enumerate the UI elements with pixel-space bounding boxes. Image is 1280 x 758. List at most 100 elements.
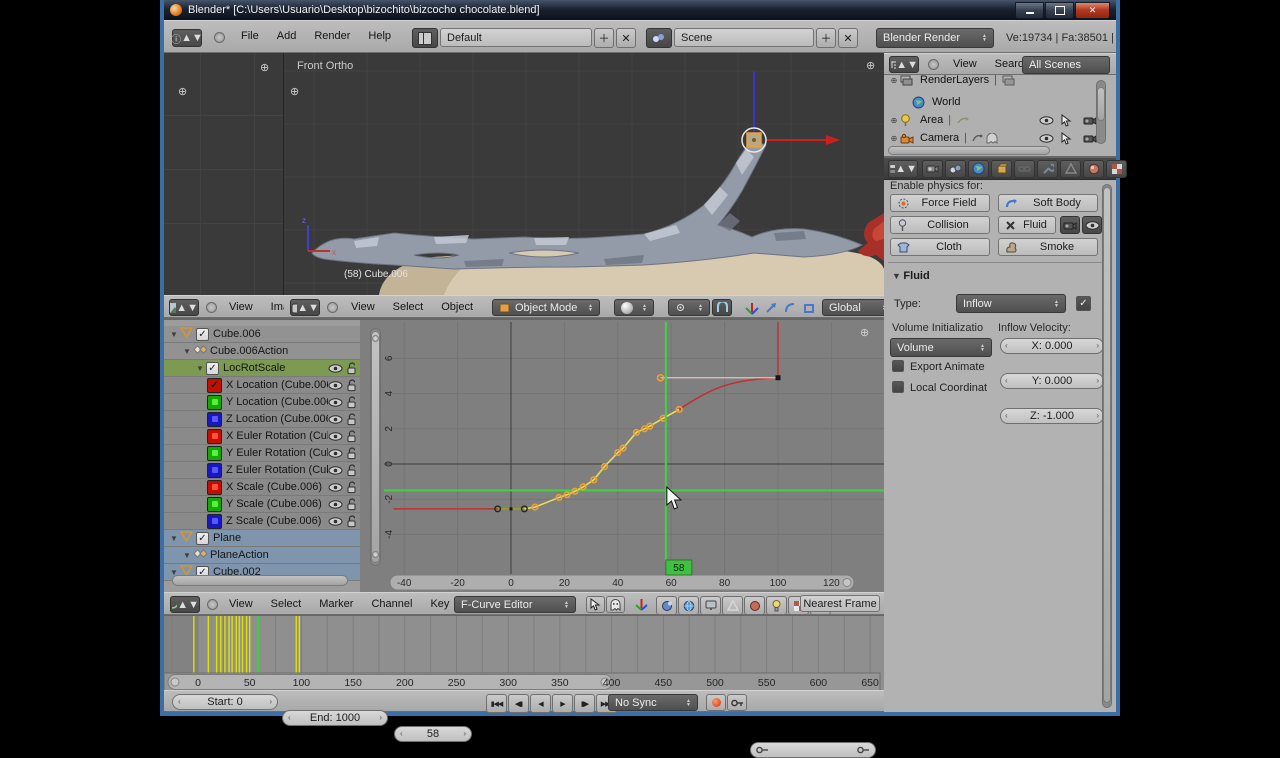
editor-type-button[interactable]: ⓘ ▲▼ bbox=[171, 29, 203, 47]
expand-icon[interactable]: ▼ bbox=[194, 364, 206, 373]
menu-help[interactable]: Help bbox=[359, 30, 400, 42]
outliner-item-area[interactable]: ⊕ Area | bbox=[884, 111, 1116, 129]
expand-panel-icon[interactable]: ⊕ bbox=[260, 61, 269, 74]
channel-row-x-euler-rotation-cube-006-[interactable]: X Euler Rotation (Cube.006) bbox=[164, 428, 360, 445]
properties-tab-object[interactable] bbox=[991, 159, 1012, 178]
graph-menu-view[interactable]: View bbox=[220, 598, 262, 610]
expand-icon[interactable]: ▼ bbox=[181, 347, 193, 356]
fluid-panel-title[interactable]: ▼ Fluid bbox=[892, 270, 930, 282]
viewport-menu-view[interactable]: View bbox=[342, 301, 384, 313]
channel-checkbox[interactable]: ✓ bbox=[206, 361, 219, 375]
channel-color-swatch[interactable] bbox=[207, 513, 222, 529]
filter-ball-button[interactable] bbox=[656, 596, 677, 615]
prev-key-button[interactable]: ◀▮ bbox=[508, 694, 529, 713]
expand-panel-icon[interactable]: ⊕ bbox=[178, 85, 187, 98]
channel-color-swatch[interactable] bbox=[207, 496, 222, 512]
editor-type-button[interactable]: ▲▼ bbox=[888, 159, 918, 178]
eye-toggle-button[interactable] bbox=[1082, 216, 1102, 234]
properties-tab-data[interactable] bbox=[1060, 159, 1081, 178]
local-coordinat-checkbox[interactable] bbox=[892, 381, 904, 393]
viewport-3d[interactable]: z x Front Ortho (58) Cube.006 ⊕ ⊕ bbox=[284, 53, 884, 295]
lock-toggle[interactable] bbox=[346, 446, 357, 460]
channel-row-planeaction[interactable]: ▼ PlaneAction bbox=[164, 547, 360, 564]
lock-toggle[interactable] bbox=[346, 497, 357, 511]
collapse-menus-button[interactable] bbox=[214, 32, 225, 43]
channel-row-z-euler-rotation-cube-006-[interactable]: Z Euler Rotation (Cube.006) bbox=[164, 462, 360, 479]
scene-icon-button[interactable] bbox=[646, 28, 672, 48]
properties-vscrollbar[interactable] bbox=[1102, 184, 1112, 708]
eye-toggle[interactable] bbox=[328, 414, 343, 424]
graph-mode-select[interactable]: F-Curve Editor ▲ ▼ bbox=[454, 596, 576, 613]
channel-row-x-location-cube-006-[interactable]: ✓ X Location (Cube.006) bbox=[164, 377, 360, 394]
physics-button-smoke[interactable]: Smoke bbox=[998, 238, 1098, 256]
screen-layout-icon-button[interactable] bbox=[412, 28, 438, 48]
add-scene-button[interactable]: ＋ bbox=[816, 28, 836, 48]
timeline-area[interactable]: 0 50 100 150 200 250 300 350 400 450 500 550 600 650 bbox=[164, 615, 884, 690]
graph-menu-channel[interactable]: Channel bbox=[362, 598, 421, 610]
delete-scene-button[interactable]: ✕ bbox=[838, 28, 858, 48]
collapse-menus-button[interactable] bbox=[327, 302, 338, 313]
fcurve-graph[interactable]: -40 -20 0 20 40 60 80 100 1206420-2-458 bbox=[360, 320, 884, 592]
eye-toggle[interactable] bbox=[328, 431, 343, 441]
velocity-z-field[interactable]: ‹ Z: -1.000 › bbox=[1000, 408, 1104, 424]
channel-row-z-location-cube-006-[interactable]: Z Location (Cube.006) bbox=[164, 411, 360, 428]
normalize-button[interactable] bbox=[632, 596, 651, 613]
viewport-menu-select[interactable]: Select bbox=[384, 301, 433, 313]
hook-icon[interactable] bbox=[972, 133, 983, 143]
editor-type-button[interactable]: ▲▼ bbox=[170, 596, 200, 613]
collapse-menus-button[interactable] bbox=[206, 302, 217, 313]
eye-toggle[interactable] bbox=[328, 397, 343, 407]
expand-panel-icon[interactable]: ⊕ bbox=[290, 85, 299, 98]
auto-keyframe-button[interactable] bbox=[706, 694, 726, 711]
eye-toggle[interactable] bbox=[328, 363, 343, 373]
next-key-button[interactable]: ▮▶ bbox=[574, 694, 595, 713]
velocity-x-field[interactable]: ‹ X: 0.000 › bbox=[1000, 338, 1104, 354]
lock-toggle[interactable] bbox=[346, 395, 357, 409]
eye-toggle[interactable] bbox=[328, 380, 343, 390]
expand-icon[interactable]: ⊕ bbox=[888, 76, 900, 85]
eye-toggle[interactable] bbox=[1039, 133, 1058, 143]
image-menu-view[interactable]: View bbox=[220, 301, 262, 313]
keying-mode-button[interactable] bbox=[727, 694, 747, 711]
scale-manipulator-button[interactable] bbox=[800, 299, 818, 316]
orientation-select[interactable]: Global ▲▼ bbox=[822, 299, 884, 316]
manipulator-axis-button[interactable] bbox=[742, 299, 762, 316]
only-selected-button[interactable] bbox=[586, 596, 605, 613]
link-icon[interactable] bbox=[956, 116, 970, 125]
channels-hscrollbar[interactable] bbox=[172, 575, 348, 586]
eye-toggle[interactable] bbox=[1039, 115, 1058, 125]
camsmall-toggle-button[interactable] bbox=[1060, 216, 1080, 234]
render-engine-select[interactable]: Blender Render ▲ ▼ bbox=[876, 28, 994, 48]
screen-layout-field[interactable]: Default bbox=[440, 28, 592, 47]
current-frame-field[interactable]: ‹ 58 › bbox=[394, 726, 472, 742]
play-button[interactable]: ▶ bbox=[552, 694, 573, 713]
outliner-vscrollbar[interactable] bbox=[1096, 80, 1106, 144]
channel-color-swatch[interactable] bbox=[207, 479, 222, 495]
properties-tab-modifiers[interactable] bbox=[1037, 159, 1058, 178]
channel-color-swatch[interactable] bbox=[207, 428, 222, 444]
channel-color-swatch[interactable] bbox=[207, 462, 222, 478]
viewport-shading-select[interactable]: ▲ ▼ bbox=[614, 299, 654, 316]
eye-toggle[interactable] bbox=[328, 482, 343, 492]
channel-row-plane[interactable]: ▼ ✓ Plane bbox=[164, 530, 360, 547]
channel-row-x-scale-cube-006-[interactable]: X Scale (Cube.006) bbox=[164, 479, 360, 496]
channel-row-y-scale-cube-006-[interactable]: Y Scale (Cube.006) bbox=[164, 496, 360, 513]
viewport-menu-object[interactable]: Object bbox=[432, 301, 482, 313]
expand-icon[interactable]: ⊕ bbox=[888, 116, 900, 125]
translate-manipulator-button[interactable] bbox=[762, 299, 780, 316]
channel-row-cube-006[interactable]: ▼ ✓ Cube.006 bbox=[164, 326, 360, 343]
title-bar[interactable]: Blender* [C:\Users\Usuario\Desktop\bizoc… bbox=[164, 0, 1116, 20]
channel-row-z-scale-cube-006-[interactable]: Z Scale (Cube.006) bbox=[164, 513, 360, 530]
outliner-item-renderlayers[interactable]: ⊕ RenderLayers | bbox=[884, 75, 1116, 89]
graph-menu-marker[interactable]: Marker bbox=[310, 598, 362, 610]
editor-type-button[interactable]: ▲▼ bbox=[290, 299, 320, 316]
sync-mode-select[interactable]: No Sync ▲ ▼ bbox=[608, 694, 698, 711]
expand-icon[interactable]: ▼ bbox=[181, 551, 193, 560]
channel-checkbox[interactable]: ✓ bbox=[196, 327, 209, 341]
jump-start-button[interactable]: ▮◀◀ bbox=[486, 694, 507, 713]
lock-toggle[interactable] bbox=[346, 361, 357, 375]
physics-button-cloth[interactable]: Cloth bbox=[890, 238, 990, 256]
collapse-menus-button[interactable] bbox=[207, 599, 218, 610]
expand-icon[interactable]: ⊕ bbox=[888, 134, 900, 143]
cursor-toggle[interactable] bbox=[1061, 113, 1080, 127]
